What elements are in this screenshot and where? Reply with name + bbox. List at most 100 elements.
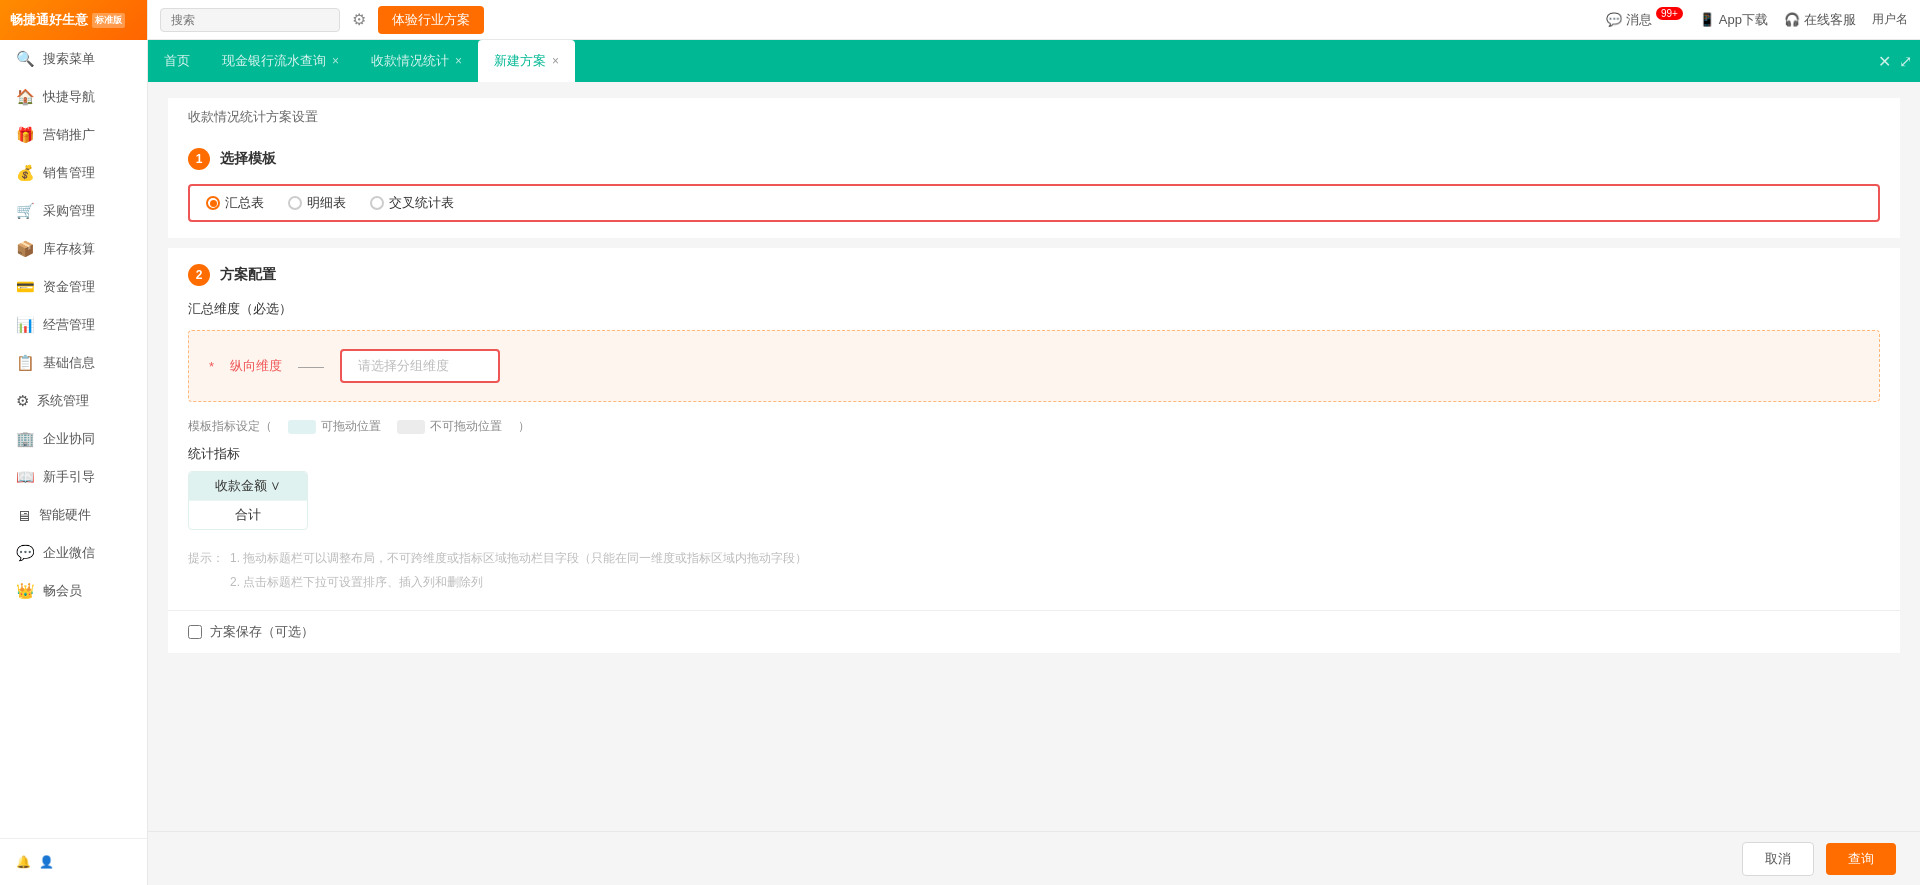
main: ⚙ 体验行业方案 💬 消息 99+ 📱 App下载 🎧 在线客服 用户名 首页现…	[148, 0, 1920, 885]
indicator-name: 收款金额	[215, 478, 267, 493]
purchase-icon: 🛒	[16, 202, 35, 220]
step2-title: 方案配置	[220, 266, 276, 284]
indicator-head-cell[interactable]: 收款金额 ∨	[189, 472, 307, 501]
download-label: App下载	[1719, 11, 1768, 29]
tabbar: 首页现金银行流水查询×收款情况统计×新建方案× ✕ ⤢	[148, 40, 1920, 82]
finance-icon: 💳	[16, 278, 35, 296]
tab-close-receipts[interactable]: ×	[455, 54, 462, 68]
tab-close-new[interactable]: ×	[552, 54, 559, 68]
sidebar-item-finance[interactable]: 💳 资金管理	[0, 268, 147, 306]
step1-num: 1	[188, 148, 210, 170]
logo-text: 畅捷通好生意	[10, 11, 88, 29]
step1-section: 1 选择模板 汇总表 明细表 交叉统计表	[168, 132, 1900, 238]
sidebar-label-purchase: 采购管理	[43, 202, 95, 220]
legend-unmovable: 不可拖动位置	[397, 418, 502, 435]
tab-receipts[interactable]: 收款情况统计 ×	[355, 40, 478, 82]
search-icon: 🔍	[16, 50, 35, 68]
indicator-sub-cell: 合计	[189, 501, 307, 529]
download-icon: 📱	[1699, 12, 1715, 27]
movable-label: 可拖动位置	[321, 418, 381, 435]
hint-1: 提示： 1. 拖动标题栏可以调整布局，不可跨维度或指标区域拖动栏目字段（只能在同…	[188, 546, 1880, 570]
tab-cashflow[interactable]: 现金银行流水查询×	[206, 40, 355, 82]
sidebar-label-finance: 资金管理	[43, 278, 95, 296]
radio-label-detail: 明细表	[307, 194, 346, 212]
sidebar-label-quicknav: 快捷导航	[43, 88, 95, 106]
system-icon: ⚙	[16, 392, 29, 410]
movable-box	[288, 420, 316, 434]
sidebar-logo: 畅捷通好生意 标准版	[0, 0, 147, 40]
sidebar-item-purchase[interactable]: 🛒 采购管理	[0, 192, 147, 230]
hint-text-2: 2. 点击标题栏下拉可设置排序、插入列和删除列	[230, 570, 483, 594]
step1-header: 1 选择模板	[188, 148, 1880, 170]
sidebar-item-basic[interactable]: 📋基础信息	[0, 344, 147, 382]
sidebar-label-search: 搜索菜单	[43, 50, 95, 68]
unmovable-box	[397, 420, 425, 434]
step2-header: 2 方案配置	[188, 264, 1880, 286]
newbie-icon: 📖	[16, 468, 35, 486]
radio-summary[interactable]: 汇总表	[206, 194, 264, 212]
dim-title: 汇总维度（必选）	[188, 300, 1880, 318]
dim-select[interactable]: 请选择分组维度	[340, 349, 500, 383]
radio-label-summary: 汇总表	[225, 194, 264, 212]
topbar: ⚙ 体验行业方案 💬 消息 99+ 📱 App下载 🎧 在线客服 用户名	[148, 0, 1920, 40]
topbar-right: 💬 消息 99+ 📱 App下载 🎧 在线客服 用户名	[1606, 11, 1908, 29]
sidebar-item-quicknav[interactable]: 🏠快捷导航	[0, 78, 147, 116]
indicator-legend: 模板指标设定（ 可拖动位置 不可拖动位置 ）	[188, 418, 1880, 435]
action-button[interactable]: 体验行业方案	[378, 6, 484, 34]
service-button[interactable]: 🎧 在线客服	[1784, 11, 1856, 29]
sidebar-item-sales[interactable]: 💰销售管理	[0, 154, 147, 192]
app-download-button[interactable]: 📱 App下载	[1699, 11, 1768, 29]
service-icon: 🎧	[1784, 12, 1800, 27]
step2-num: 2	[188, 264, 210, 286]
cancel-button[interactable]: 取消	[1742, 842, 1814, 876]
indicator-settings: 模板指标设定（ 可拖动位置 不可拖动位置 ） 统计指标	[188, 418, 1880, 530]
sidebar-label-operation: 经营管理	[43, 316, 95, 334]
maximize-icon[interactable]: ⤢	[1899, 52, 1912, 71]
sidebar-label-marketing: 营销推广	[43, 126, 95, 144]
username-label: 用户名	[1872, 11, 1908, 28]
tab-home[interactable]: 首页	[148, 40, 206, 82]
sidebar-item-marketing[interactable]: 🎁营销推广	[0, 116, 147, 154]
legend-movable: 可拖动位置	[288, 418, 381, 435]
operation-icon: 📊	[16, 316, 35, 334]
message-icon: 💬	[1606, 12, 1622, 27]
save-checkbox[interactable]	[188, 625, 202, 639]
radio-dot-cross	[370, 196, 384, 210]
sidebar-bottom: 🔔 👤	[0, 838, 147, 885]
sidebar-item-member[interactable]: 👑畅会员	[0, 572, 147, 610]
messages-button[interactable]: 💬 消息 99+	[1606, 11, 1683, 29]
sidebar-bottom-icons: 🔔 👤	[0, 847, 147, 877]
close-window-icon[interactable]: ✕	[1878, 52, 1891, 71]
vertical-dim-label: 纵向维度	[230, 357, 282, 375]
sidebar-item-wechat[interactable]: 💬企业微信	[0, 534, 147, 572]
sidebar-item-system[interactable]: ⚙系统管理	[0, 382, 147, 420]
sidebar-item-inventory[interactable]: 📦库存核算	[0, 230, 147, 268]
indicator-table: 收款金额 ∨ 合计	[188, 471, 308, 530]
tab-new[interactable]: 新建方案×	[478, 40, 575, 82]
radio-detail[interactable]: 明细表	[288, 194, 346, 212]
hint-text-1: 1. 拖动标题栏可以调整布局，不可跨维度或指标区域拖动栏目字段（只能在同一维度或…	[230, 546, 807, 570]
required-star: *	[209, 359, 214, 374]
sidebar-item-corp[interactable]: 🏢企业协同	[0, 420, 147, 458]
sidebar-item-operation[interactable]: 📊 经营管理	[0, 306, 147, 344]
query-button[interactable]: 查询	[1826, 843, 1896, 875]
sales-icon: 💰	[16, 164, 35, 182]
message-badge: 99+	[1656, 7, 1683, 20]
basic-icon: 📋	[16, 354, 35, 372]
footer: 取消 查询	[148, 831, 1920, 885]
gear-icon[interactable]: ⚙	[352, 10, 366, 29]
radio-cross[interactable]: 交叉统计表	[370, 194, 454, 212]
sidebar-item-search[interactable]: 🔍 搜索菜单	[0, 40, 147, 78]
topbar-search[interactable]	[160, 8, 340, 32]
hints: 提示： 1. 拖动标题栏可以调整布局，不可跨维度或指标区域拖动栏目字段（只能在同…	[188, 546, 1880, 594]
service-label: 在线客服	[1804, 11, 1856, 29]
tab-label-receipts: 收款情况统计	[371, 52, 449, 70]
sidebar-label-member: 畅会员	[43, 582, 82, 600]
sidebar-item-newbie[interactable]: 📖新手引导	[0, 458, 147, 496]
sidebar-label-hardware: 智能硬件	[39, 506, 91, 524]
sidebar-item-hardware[interactable]: 🖥智能硬件	[0, 496, 147, 534]
page-title: 收款情况统计方案设置	[168, 98, 1900, 132]
save-row: 方案保存（可选）	[168, 610, 1900, 653]
logo-badge: 标准版	[92, 13, 125, 28]
tab-close-cashflow[interactable]: ×	[332, 54, 339, 68]
